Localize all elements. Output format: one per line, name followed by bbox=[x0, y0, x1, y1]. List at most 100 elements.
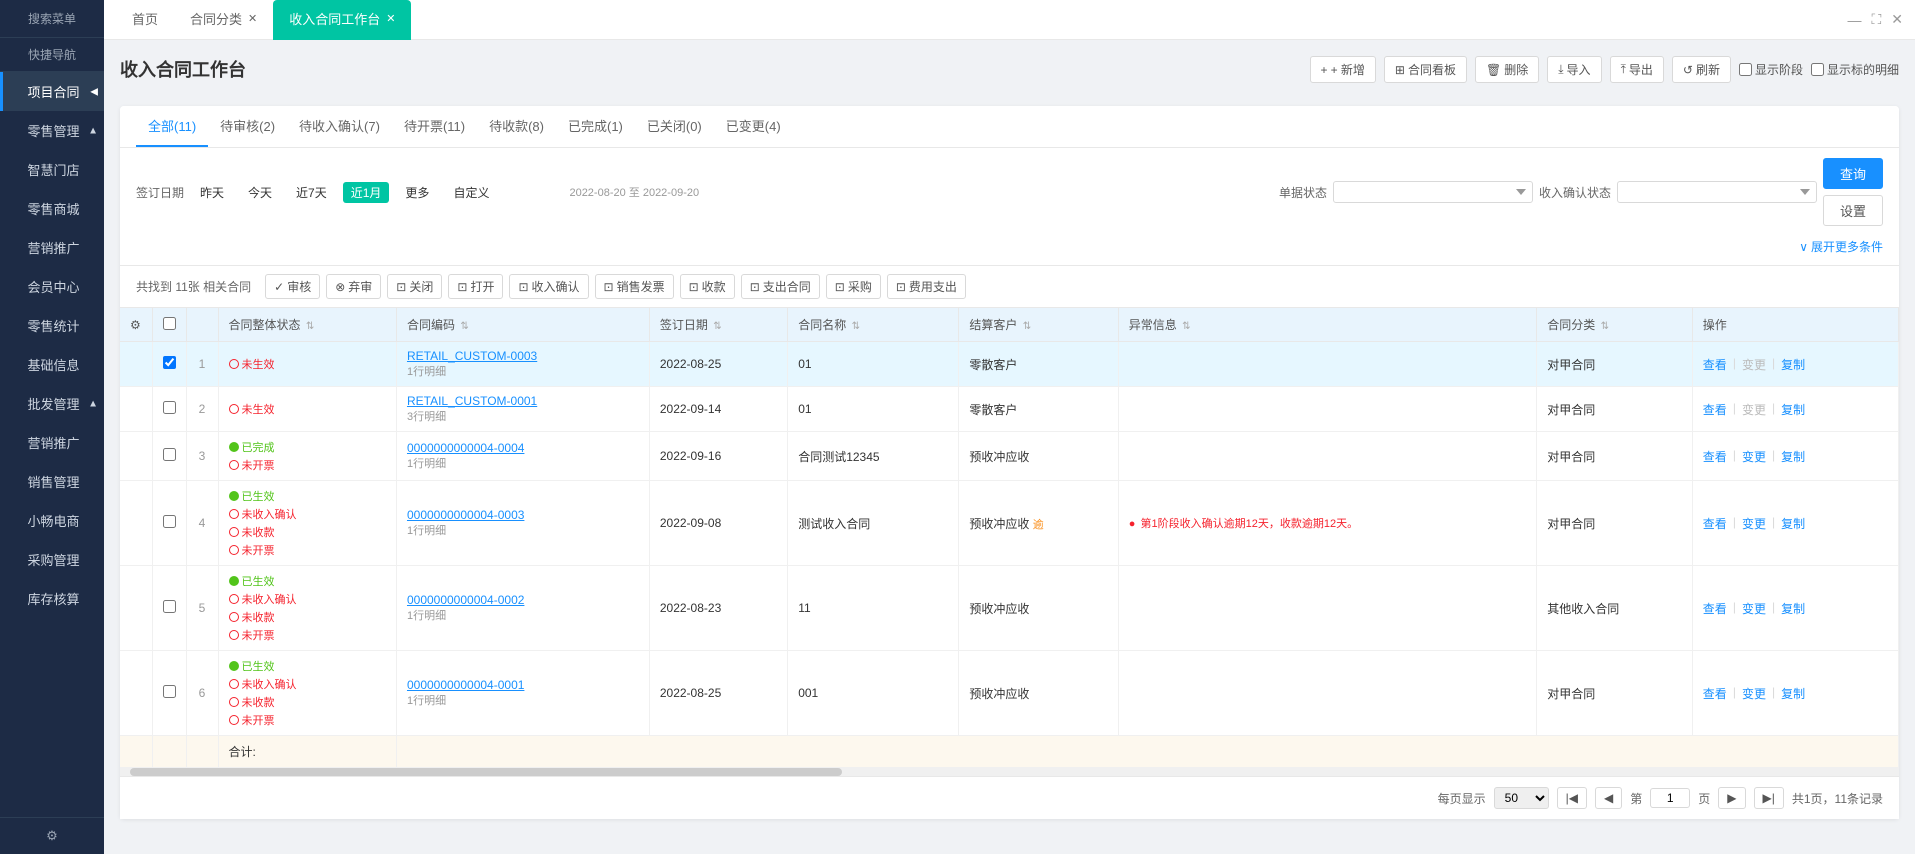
select-all-checkbox[interactable] bbox=[163, 317, 176, 330]
filter-more[interactable]: 更多 bbox=[397, 182, 437, 203]
new-button[interactable]: + + 新增 bbox=[1310, 56, 1376, 83]
view-link[interactable]: 查看 bbox=[1703, 401, 1727, 418]
sidebar-item-member[interactable]: 会员中心 bbox=[0, 267, 104, 306]
show-stage-checkbox[interactable] bbox=[1739, 63, 1752, 76]
row-checkbox-cell[interactable] bbox=[152, 387, 186, 432]
col-settlement-customer[interactable]: 结算客户 ⇅ bbox=[959, 308, 1118, 342]
row-checkbox[interactable] bbox=[163, 448, 176, 461]
tab-home[interactable]: 首页 bbox=[116, 0, 174, 40]
sidebar-item-project[interactable]: 项目合同 ◀ bbox=[0, 72, 104, 111]
filter-yesterday[interactable]: 昨天 bbox=[192, 182, 232, 203]
action-close[interactable]: ⊡ 关闭 bbox=[387, 274, 442, 299]
refresh-button[interactable]: ↺ 刷新 bbox=[1672, 56, 1731, 83]
col-contract-status[interactable]: 合同整体状态 ⇅ bbox=[218, 308, 396, 342]
window-minimize-icon[interactable]: — bbox=[1847, 12, 1861, 28]
show-detail-checkbox[interactable] bbox=[1811, 63, 1824, 76]
last-page-btn[interactable]: ▶| bbox=[1754, 787, 1784, 809]
row-checkbox[interactable] bbox=[163, 515, 176, 528]
filter-tab-all[interactable]: 全部(11) bbox=[136, 106, 208, 147]
row-checkbox[interactable] bbox=[163, 685, 176, 698]
change-link[interactable]: 变更 bbox=[1742, 448, 1766, 465]
query-button[interactable]: 查询 bbox=[1823, 158, 1883, 189]
sidebar-item-retail-mall[interactable]: 零售商城 bbox=[0, 189, 104, 228]
copy-link[interactable]: 复制 bbox=[1781, 356, 1805, 373]
action-income-confirm[interactable]: ⊡ 收入确认 bbox=[509, 274, 588, 299]
filter-tab-changed[interactable]: 已变更(4) bbox=[714, 106, 793, 147]
window-maximize-icon[interactable]: ⛶ bbox=[1871, 11, 1881, 28]
sidebar-item-retail-mgmt[interactable]: 零售管理 ▲ bbox=[0, 111, 104, 150]
filter-tab-closed[interactable]: 已关闭(0) bbox=[635, 106, 714, 147]
sidebar-item-purchase-mgmt[interactable]: 采购管理 bbox=[0, 540, 104, 579]
row-checkbox-cell[interactable] bbox=[152, 481, 186, 566]
tab-contract-category[interactable]: 合同分类 ✕ bbox=[174, 0, 273, 40]
filter-tab-pending-review[interactable]: 待审核(2) bbox=[208, 106, 287, 147]
col-abnormal-info[interactable]: 异常信息 ⇅ bbox=[1118, 308, 1537, 342]
row-checkbox[interactable] bbox=[163, 600, 176, 613]
sidebar-item-sales-mgmt[interactable]: 销售管理 bbox=[0, 462, 104, 501]
action-print[interactable]: ⊡ 打开 bbox=[448, 274, 503, 299]
sidebar-search[interactable]: 搜索菜单 bbox=[0, 0, 104, 38]
horizontal-scrollbar[interactable] bbox=[130, 768, 842, 776]
contract-code-link[interactable]: 0000000000004-0001 bbox=[407, 678, 524, 692]
copy-link[interactable]: 复制 bbox=[1781, 515, 1805, 532]
filter-tab-pending-payment[interactable]: 待收款(8) bbox=[477, 106, 556, 147]
copy-link[interactable]: 复制 bbox=[1781, 600, 1805, 617]
change-link[interactable]: 变更 bbox=[1742, 356, 1766, 373]
sidebar-item-wholesale-mgmt[interactable]: 批发管理 ▲ bbox=[0, 384, 104, 423]
filter-last7[interactable]: 近7天 bbox=[288, 182, 335, 203]
filter-custom[interactable]: 自定义 bbox=[445, 182, 497, 203]
contract-code-link[interactable]: 0000000000004-0003 bbox=[407, 508, 524, 522]
col-contract-category[interactable]: 合同分类 ⇅ bbox=[1537, 308, 1693, 342]
action-pay-contract[interactable]: ⊡ 支出合同 bbox=[741, 274, 820, 299]
prev-page-btn[interactable]: ◀ bbox=[1595, 787, 1622, 809]
next-page-btn[interactable]: ▶ bbox=[1718, 787, 1745, 809]
view-link[interactable]: 查看 bbox=[1703, 685, 1727, 702]
row-checkbox-cell[interactable] bbox=[152, 566, 186, 651]
view-link[interactable]: 查看 bbox=[1703, 448, 1727, 465]
view-link[interactable]: 查看 bbox=[1703, 515, 1727, 532]
contract-code-link[interactable]: 0000000000004-0002 bbox=[407, 593, 524, 607]
filter-tab-pending-invoice[interactable]: 待开票(11) bbox=[392, 106, 477, 147]
action-expense[interactable]: ⊡ 费用支出 bbox=[887, 274, 966, 299]
contract-code-link[interactable]: 0000000000004-0004 bbox=[407, 441, 524, 455]
filter-tab-completed[interactable]: 已完成(1) bbox=[556, 106, 635, 147]
sidebar-item-retail-stat[interactable]: 零售统计 bbox=[0, 306, 104, 345]
row-checkbox[interactable] bbox=[163, 356, 176, 369]
filter-tab-pending-income[interactable]: 待收入确认(7) bbox=[287, 106, 392, 147]
settings-button[interactable]: 设置 bbox=[1823, 195, 1883, 226]
filter-last1month[interactable]: 近1月 bbox=[343, 182, 390, 203]
export-button[interactable]: ⤒ 导出 bbox=[1610, 56, 1664, 83]
sidebar-item-smart-store[interactable]: 智慧门店 bbox=[0, 150, 104, 189]
first-page-btn[interactable]: |◀ bbox=[1557, 787, 1587, 809]
col-settings[interactable]: ⚙ bbox=[120, 308, 152, 342]
sidebar-item-marketing2[interactable]: 营销推广 bbox=[0, 423, 104, 462]
change-link[interactable]: 变更 bbox=[1742, 600, 1766, 617]
sidebar-item-basic-info[interactable]: 基础信息 bbox=[0, 345, 104, 384]
action-purchase[interactable]: ⊡ 采购 bbox=[826, 274, 881, 299]
col-checkbox[interactable] bbox=[152, 308, 186, 342]
row-checkbox-cell[interactable] bbox=[152, 651, 186, 736]
sidebar-item-inventory[interactable]: 库存核算 bbox=[0, 579, 104, 618]
show-detail-checkbox-label[interactable]: 显示标的明细 bbox=[1811, 61, 1899, 78]
per-page-select[interactable]: 50 10 20 100 bbox=[1494, 787, 1549, 809]
income-confirm-select[interactable] bbox=[1617, 181, 1817, 203]
col-contract-name[interactable]: 合同名称 ⇅ bbox=[788, 308, 959, 342]
sidebar-quick-nav[interactable]: 快捷导航 bbox=[0, 38, 104, 72]
row-checkbox-cell[interactable] bbox=[152, 342, 186, 387]
action-payment[interactable]: ⊡ 收款 bbox=[680, 274, 735, 299]
tab-income-contract-close[interactable]: ✕ bbox=[386, 12, 395, 25]
window-close-icon[interactable]: ✕ bbox=[1891, 11, 1903, 28]
dashboard-button[interactable]: ⊞ 合同看板 bbox=[1384, 56, 1467, 83]
doc-status-select[interactable] bbox=[1333, 181, 1533, 203]
action-review[interactable]: ✓ 审核 bbox=[265, 274, 320, 299]
change-link[interactable]: 变更 bbox=[1742, 515, 1766, 532]
filter-today[interactable]: 今天 bbox=[240, 182, 280, 203]
change-link[interactable]: 变更 bbox=[1742, 401, 1766, 418]
change-link[interactable]: 变更 bbox=[1742, 685, 1766, 702]
tab-income-contract[interactable]: 收入合同工作台 ✕ bbox=[273, 0, 411, 40]
action-sales-invoice[interactable]: ⊡ 销售发票 bbox=[595, 274, 674, 299]
action-abandon[interactable]: ⊗ 弃审 bbox=[326, 274, 381, 299]
copy-link[interactable]: 复制 bbox=[1781, 685, 1805, 702]
copy-link[interactable]: 复制 bbox=[1781, 401, 1805, 418]
contract-code-link[interactable]: RETAIL_CUSTOM-0003 bbox=[407, 349, 537, 363]
